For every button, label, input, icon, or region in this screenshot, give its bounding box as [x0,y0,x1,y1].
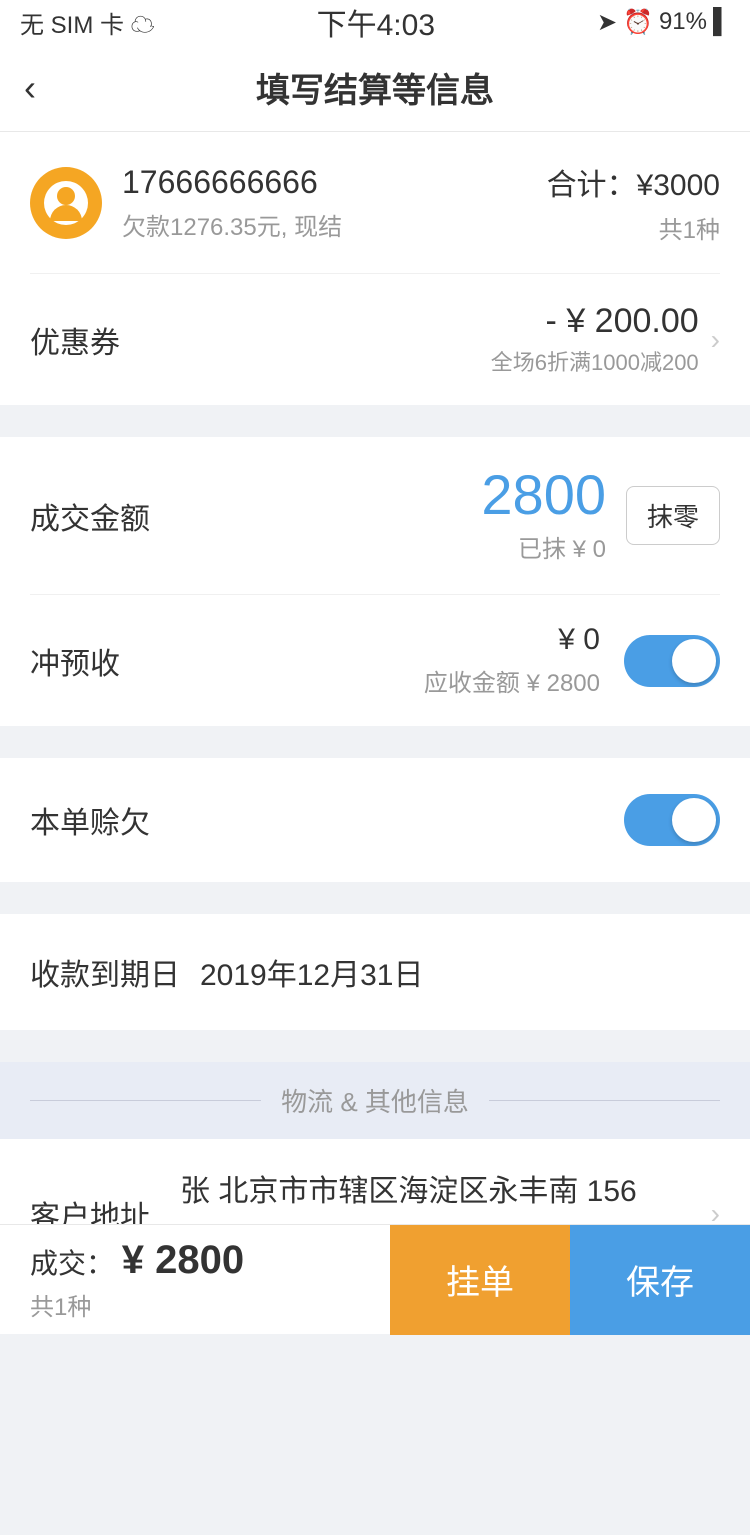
prepay-label: 冲预收 [30,639,120,683]
coupon-right: - ¥ 200.00 全场6折满1000减200 › [491,302,720,377]
avatar [30,167,102,239]
battery-text: 91% [659,8,707,36]
debt-label: 本单赊欠 [30,798,150,842]
coupon-desc: 全场6折满1000减200 [491,345,699,377]
prepay-amount-block: ¥ 0 应收金额 ¥ 2800 [424,623,600,698]
debt-toggle[interactable] [624,794,720,846]
divider-section: 物流 & 其他信息 [0,1062,750,1139]
bottom-deal-row: 成交： ¥ 2800 [30,1238,360,1283]
back-button[interactable]: ‹ [24,67,36,109]
coupon-label: 优惠券 [30,318,120,362]
debt-section: 本单赊欠 [0,758,750,882]
page-title: 填写结算等信息 [256,63,494,112]
status-bar: 无 SIM 卡 ☁ 下午4:03 ➤ ⏰ 91% ▌ [0,0,750,44]
divider-text: 物流 & 其他信息 [261,1082,489,1119]
signal-text: 无 SIM 卡 ☁ [20,5,155,40]
customer-info: 17666666666 欠款1276.35元, 现结 [122,164,342,242]
round-button[interactable]: 抹零 [626,486,720,545]
customer-section: 17666666666 欠款1276.35元, 现结 合计：¥3000 共1种 … [0,132,750,405]
prepay-amount: ¥ 0 [424,623,600,657]
save-button[interactable]: 保存 [570,1225,750,1335]
alarm-icon: ⏰ [623,8,653,37]
amount-number: 2800 [481,467,606,523]
avatar-icon [44,181,88,225]
coupon-row[interactable]: 优惠券 - ¥ 200.00 全场6折满1000减200 › [30,273,720,405]
duedate-label: 收款到期日 [30,950,180,994]
amount-section: 成交金额 2800 已抹 ¥ 0 抹零 冲预收 ¥ 0 应收金额 ¥ 2800 [0,437,750,726]
prepay-toggle[interactable] [624,635,720,687]
customer-total: 合计：¥3000 共1种 [547,160,720,245]
customer-left: 17666666666 欠款1276.35元, 现结 [30,164,342,242]
debt-toggle-knob [672,798,716,842]
status-time: 下午4:03 [317,0,435,44]
location-icon: ➤ [597,8,617,37]
status-right: ➤ ⏰ 91% ▌ [597,8,730,37]
bottom-deal-amount: ¥ 2800 [122,1238,244,1282]
coupon-discount: - ¥ 200.00 [491,302,699,341]
bottom-count: 共1种 [30,1287,360,1322]
debt-row: 本单赊欠 [30,758,720,882]
amount-row: 成交金额 2800 已抹 ¥ 0 抹零 [30,437,720,594]
section-gap-4 [0,1046,750,1062]
prepay-right: ¥ 0 应收金额 ¥ 2800 [424,623,720,698]
total-count: 共1种 [547,210,720,245]
amount-right: 2800 已抹 ¥ 0 抹零 [481,467,720,564]
section-gap-3 [0,898,750,914]
amount-value-block: 2800 已抹 ¥ 0 [481,467,606,564]
bottom-summary: 成交： ¥ 2800 共1种 [0,1238,390,1322]
divider-line-left [30,1100,261,1101]
total-amount: 合计：¥3000 [547,160,720,204]
section-gap-2 [0,742,750,758]
battery-icon: ▌ [713,8,730,36]
prepay-row: 冲预收 ¥ 0 应收金额 ¥ 2800 [30,594,720,726]
duedate-section: 收款到期日 2019年12月31日 [0,914,750,1030]
customer-row: 17666666666 欠款1276.35元, 现结 合计：¥3000 共1种 [30,132,720,273]
amount-sub: 已抹 ¥ 0 [481,529,606,564]
toggle-knob [672,639,716,683]
nav-bar: ‹ 填写结算等信息 [0,44,750,132]
section-gap-1 [0,421,750,437]
bottom-padding [0,1425,750,1535]
customer-debt: 欠款1276.35元, 现结 [122,207,342,242]
coupon-info: - ¥ 200.00 全场6折满1000减200 [491,302,699,377]
chevron-right-icon: › [711,324,720,356]
prepay-receivable: 应收金额 ¥ 2800 [424,663,600,698]
status-left: 无 SIM 卡 ☁ [20,5,155,40]
duedate-row: 收款到期日 2019年12月31日 [30,914,720,1030]
pending-button[interactable]: 挂单 [390,1225,570,1335]
divider-line-right [489,1100,720,1101]
customer-phone: 17666666666 [122,164,342,201]
amount-label: 成交金额 [30,494,150,538]
bottom-deal-label: 成交： [30,1248,114,1279]
bottom-bar: 成交： ¥ 2800 共1种 挂单 保存 [0,1224,750,1334]
duedate-value: 2019年12月31日 [200,950,423,994]
